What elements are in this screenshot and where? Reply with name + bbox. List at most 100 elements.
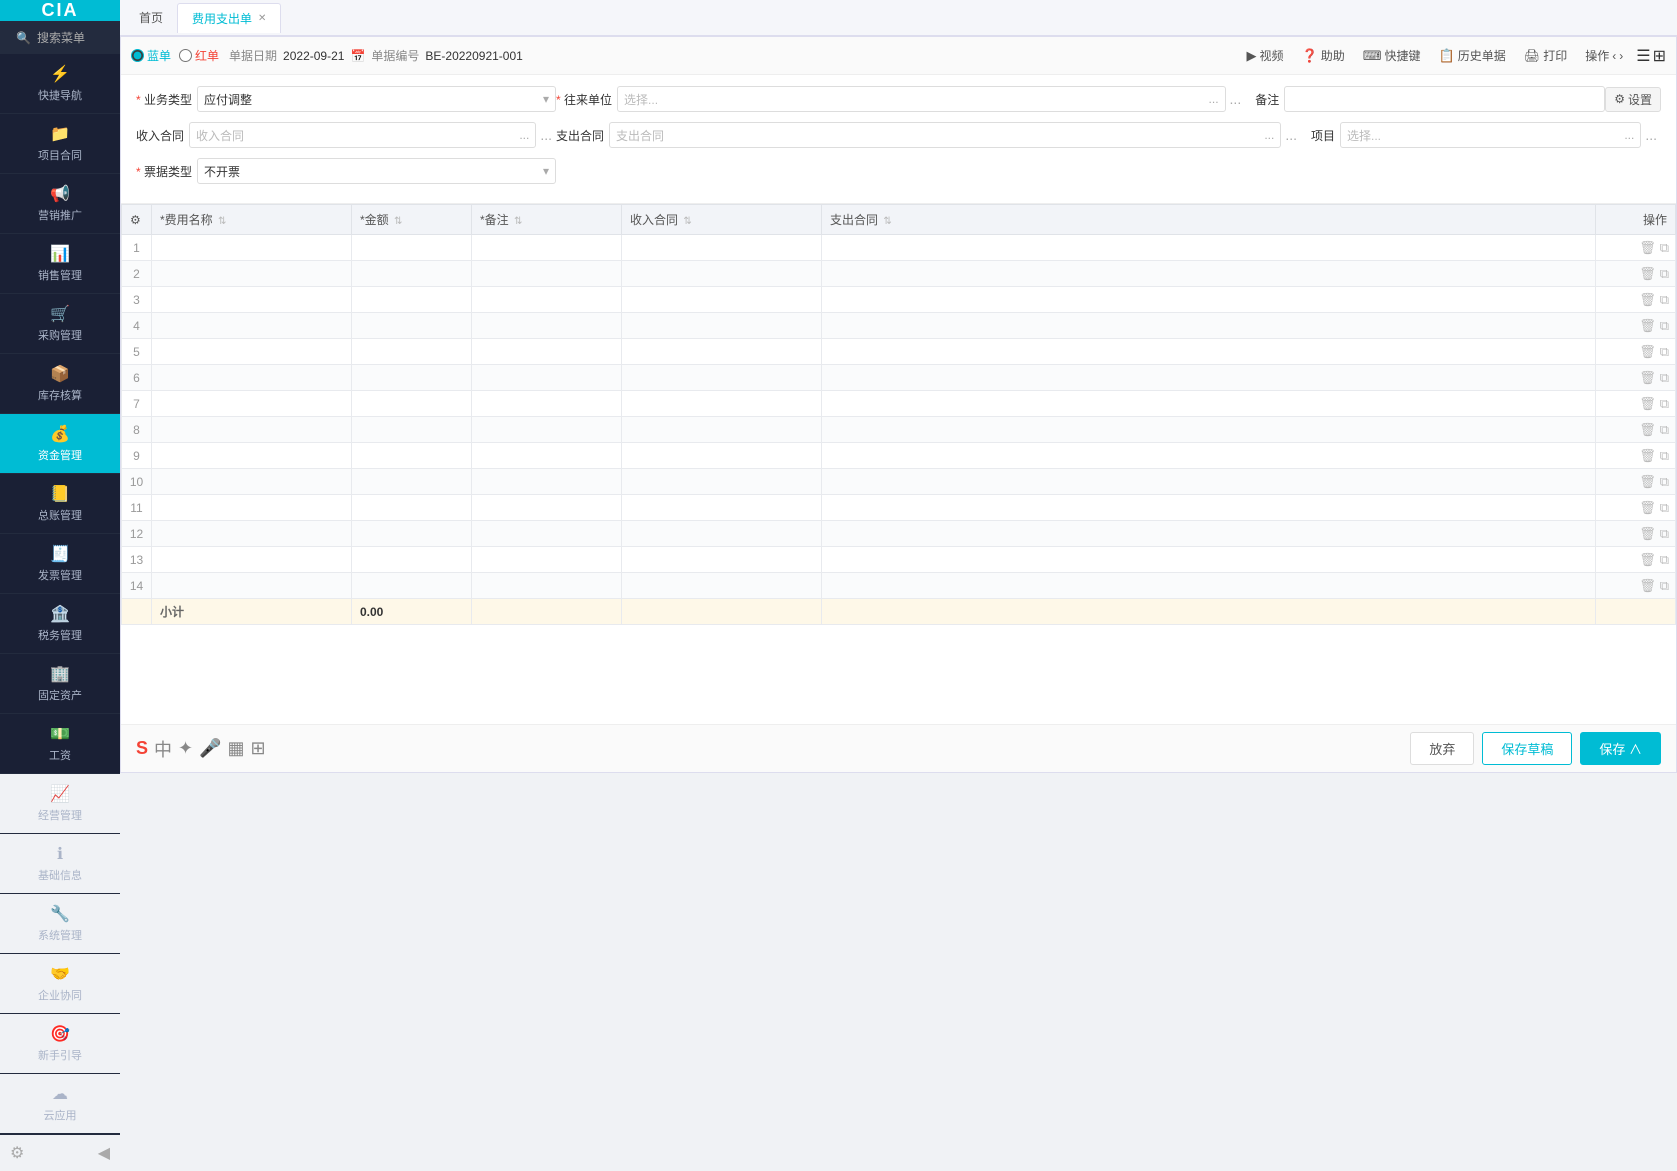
row-remark-6[interactable]	[472, 365, 622, 391]
row-expense-name-11[interactable]	[152, 495, 352, 521]
row-expense-name-14[interactable]	[152, 573, 352, 599]
row-delete-icon-12[interactable]: 🗑	[1639, 526, 1656, 542]
sidebar-item-quick-nav[interactable]: ⚡快捷导航	[0, 54, 120, 114]
row-amount-1[interactable]	[352, 235, 472, 261]
sidebar-item-fixed-assets[interactable]: 🏢固定资产	[0, 654, 120, 714]
row-income-contract-11[interactable]	[622, 495, 822, 521]
row-expense-name-3[interactable]	[152, 287, 352, 313]
row-amount-14[interactable]	[352, 573, 472, 599]
row-income-contract-14[interactable]	[622, 573, 822, 599]
row-remark-5[interactable]	[472, 339, 622, 365]
row-copy-icon-13[interactable]: ⧉	[1660, 552, 1669, 568]
row-expense-contract-5[interactable]	[822, 339, 1596, 365]
income-contract-input[interactable]: 收入合同	[189, 122, 536, 148]
expense-contract-dots[interactable]: ...	[1281, 127, 1301, 143]
radio-red-label[interactable]: 红单	[179, 47, 219, 64]
audio-icon[interactable]: ◀	[98, 1143, 110, 1163]
sidebar-item-system[interactable]: 🔧系统管理	[0, 894, 120, 954]
row-income-contract-4[interactable]	[622, 313, 822, 339]
row-expense-contract-9[interactable]	[822, 443, 1596, 469]
row-income-contract-8[interactable]	[622, 417, 822, 443]
row-delete-icon-1[interactable]: 🗑	[1639, 240, 1656, 256]
sidebar-item-newbie[interactable]: 🎯新手引导	[0, 1014, 120, 1074]
row-income-contract-12[interactable]	[622, 521, 822, 547]
row-amount-7[interactable]	[352, 391, 472, 417]
row-remark-12[interactable]	[472, 521, 622, 547]
row-income-contract-7[interactable]	[622, 391, 822, 417]
row-remark-13[interactable]	[472, 547, 622, 573]
save-button[interactable]: 保存 ∧	[1580, 732, 1661, 765]
counterpart-input[interactable]: 选择...	[617, 86, 1226, 112]
row-expense-contract-11[interactable]	[822, 495, 1596, 521]
row-remark-1[interactable]	[472, 235, 622, 261]
row-expense-contract-12[interactable]	[822, 521, 1596, 547]
row-copy-icon-1[interactable]: ⧉	[1660, 240, 1669, 256]
row-amount-3[interactable]	[352, 287, 472, 313]
row-delete-icon-13[interactable]: 🗑	[1639, 552, 1656, 568]
sidebar-search[interactable]: 🔍 搜索菜单	[0, 21, 120, 54]
sidebar-item-project-contract[interactable]: 📁项目合同	[0, 114, 120, 174]
tab-home[interactable]: 首页	[125, 3, 177, 32]
row-remark-7[interactable]	[472, 391, 622, 417]
row-income-contract-6[interactable]	[622, 365, 822, 391]
sort-expense-contract[interactable]: ⇅	[883, 216, 891, 227]
radio-blue-input[interactable]	[131, 49, 144, 62]
row-delete-icon-4[interactable]: 🗑	[1639, 318, 1656, 334]
row-remark-3[interactable]	[472, 287, 622, 313]
tab-close-icon[interactable]: ✕	[258, 13, 266, 24]
row-delete-icon-10[interactable]: 🗑	[1639, 474, 1656, 490]
row-amount-11[interactable]	[352, 495, 472, 521]
row-expense-contract-8[interactable]	[822, 417, 1596, 443]
operation-action[interactable]: 操作 ‹ ›	[1580, 45, 1628, 66]
col-settings[interactable]: ⚙	[122, 205, 152, 235]
row-expense-name-5[interactable]	[152, 339, 352, 365]
row-amount-4[interactable]	[352, 313, 472, 339]
radio-blue-label[interactable]: 蓝单	[131, 47, 171, 64]
row-copy-icon-9[interactable]: ⧉	[1660, 448, 1669, 464]
row-expense-contract-1[interactable]	[822, 235, 1596, 261]
income-contract-dots[interactable]: ...	[536, 127, 556, 143]
row-delete-icon-14[interactable]: 🗑	[1639, 578, 1656, 594]
row-income-contract-10[interactable]	[622, 469, 822, 495]
row-expense-contract-2[interactable]	[822, 261, 1596, 287]
row-delete-icon-7[interactable]: 🗑	[1639, 396, 1656, 412]
row-delete-icon-6[interactable]: 🗑	[1639, 370, 1656, 386]
row-copy-icon-8[interactable]: ⧉	[1660, 422, 1669, 438]
footer-icon-1[interactable]: 中	[154, 736, 172, 762]
row-expense-name-7[interactable]	[152, 391, 352, 417]
remark-input[interactable]	[1284, 86, 1605, 112]
discard-button[interactable]: 放弃	[1410, 732, 1474, 765]
row-amount-6[interactable]	[352, 365, 472, 391]
sort-amount[interactable]: ⇅	[394, 216, 402, 227]
row-remark-14[interactable]	[472, 573, 622, 599]
row-amount-5[interactable]	[352, 339, 472, 365]
footer-mic-icon[interactable]: 🎤	[199, 738, 221, 759]
sidebar-item-enterprise[interactable]: 🤝企业协同	[0, 954, 120, 1014]
row-expense-contract-10[interactable]	[822, 469, 1596, 495]
row-copy-icon-11[interactable]: ⧉	[1660, 500, 1669, 516]
footer-apps-icon[interactable]: ⊞	[251, 738, 266, 759]
footer-table-icon[interactable]: ▦	[228, 738, 245, 759]
settings-button[interactable]: ⚙ 设置	[1605, 87, 1661, 112]
sidebar-item-sales[interactable]: 📊销售管理	[0, 234, 120, 294]
history-action[interactable]: 📋 历史单据	[1434, 45, 1511, 66]
sidebar-item-tax[interactable]: 🏦税务管理	[0, 594, 120, 654]
grid-view-icon[interactable]: ⊞	[1653, 46, 1666, 66]
row-copy-icon-5[interactable]: ⧉	[1660, 344, 1669, 360]
save-draft-button[interactable]: 保存草稿	[1482, 732, 1572, 765]
sidebar-item-cloud-apps[interactable]: ☁云应用	[0, 1074, 120, 1134]
sidebar-item-accounting[interactable]: 📒总账管理	[0, 474, 120, 534]
row-income-contract-2[interactable]	[622, 261, 822, 287]
sidebar-item-salary[interactable]: 💵工资	[0, 714, 120, 774]
calendar-icon[interactable]: 📅	[350, 49, 365, 63]
row-remark-10[interactable]	[472, 469, 622, 495]
sort-expense-name[interactable]: ⇅	[218, 216, 226, 227]
print-action[interactable]: 🖨 打印	[1519, 45, 1573, 66]
row-expense-contract-6[interactable]	[822, 365, 1596, 391]
row-delete-icon-5[interactable]: 🗑	[1639, 344, 1656, 360]
expense-contract-input[interactable]: 支出合同	[609, 122, 1281, 148]
sidebar-item-capital[interactable]: 💰资金管理	[0, 414, 120, 474]
row-delete-icon-9[interactable]: 🗑	[1639, 448, 1656, 464]
row-delete-icon-3[interactable]: 🗑	[1639, 292, 1656, 308]
row-income-contract-1[interactable]	[622, 235, 822, 261]
